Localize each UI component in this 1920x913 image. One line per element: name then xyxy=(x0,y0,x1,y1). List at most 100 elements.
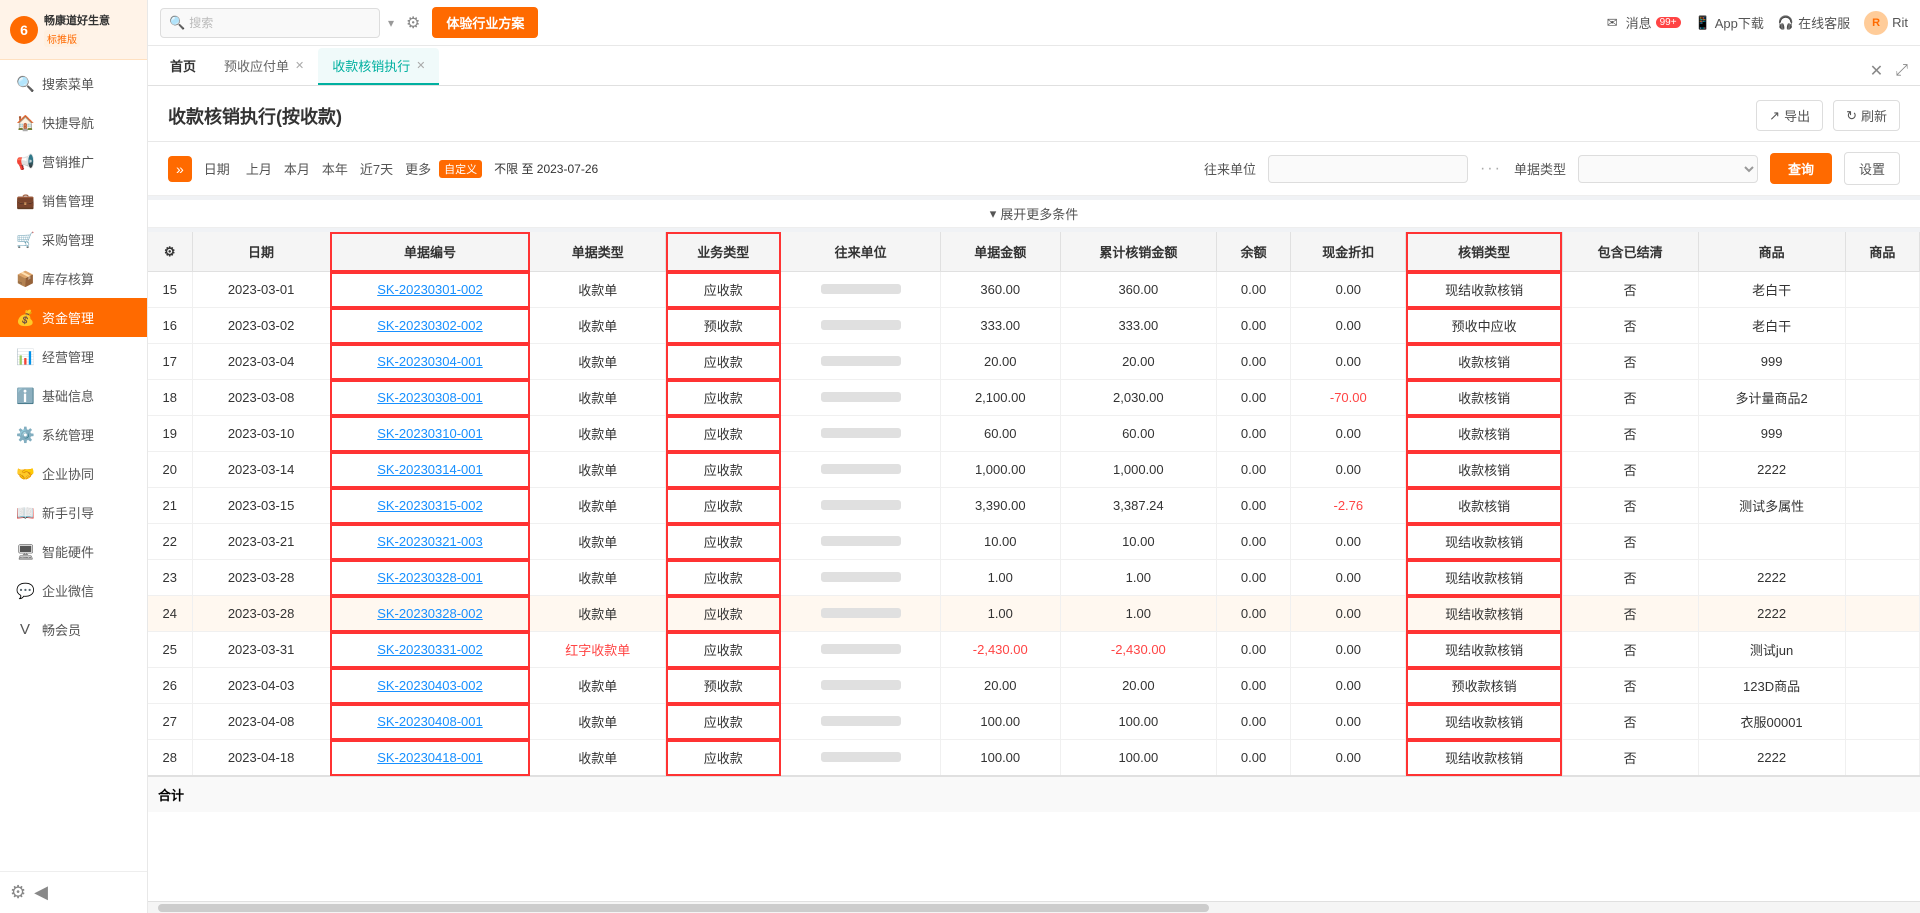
row-cash-discount: 0.00 xyxy=(1291,416,1406,452)
date-more[interactable]: 更多 xyxy=(401,157,435,180)
receipt-tab-close[interactable]: ✕ xyxy=(416,59,425,72)
expand-more-button[interactable]: ▾ 展开更多条件 xyxy=(990,204,1079,223)
query-button[interactable]: 查询 xyxy=(1770,153,1832,184)
bill-no-link[interactable]: SK-20230308-001 xyxy=(377,390,483,405)
user-avatar: R xyxy=(1864,11,1888,35)
tab-prepay-receipt[interactable]: 预收应付单 ✕ xyxy=(210,48,318,85)
row-product2 xyxy=(1845,416,1919,452)
sidebar-item-enterprise[interactable]: 🤝企业协同 xyxy=(0,454,147,493)
table-header-row: ⚙ 日期 单据编号 单据类型 业务类型 往来单位 单据金额 累计核销金额 余额 … xyxy=(148,232,1920,272)
collapse-icon[interactable]: ◀ xyxy=(34,882,48,903)
bill-no-link[interactable]: SK-20230328-001 xyxy=(377,570,483,585)
sidebar-item-marketing[interactable]: 📢营销推广 xyxy=(0,142,147,181)
bill-no-link[interactable]: SK-20230304-001 xyxy=(377,354,483,369)
refresh-button[interactable]: ↻ 刷新 xyxy=(1833,100,1900,131)
unit-input[interactable] xyxy=(1268,155,1468,183)
basic-info-icon: ℹ️ xyxy=(16,387,34,405)
sidebar-item-basic-info[interactable]: ℹ️基础信息 xyxy=(0,376,147,415)
settings-icon[interactable]: ⚙ xyxy=(10,882,26,903)
app-download-section[interactable]: 📱 App下载 xyxy=(1695,13,1764,32)
bill-no-link[interactable]: SK-20230314-001 xyxy=(377,462,483,477)
row-product1: 999 xyxy=(1698,416,1845,452)
bill-no-link[interactable]: SK-20230315-002 xyxy=(377,498,483,513)
row-bill-type: 收款单 xyxy=(530,596,666,632)
sidebar-item-fund-mgmt[interactable]: 💰资金管理 xyxy=(0,298,147,337)
row-product2 xyxy=(1845,380,1919,416)
tab-home[interactable]: 首页 xyxy=(156,48,210,85)
bill-no-link[interactable]: SK-20230302-002 xyxy=(377,318,483,333)
sidebar-item-vip[interactable]: V畅会员 xyxy=(0,610,147,649)
fullscreen-icon[interactable]: ⤢ xyxy=(1891,58,1912,84)
sidebar-item-smart-hw[interactable]: 🖥智能硬件 xyxy=(0,532,147,571)
sidebar-item-purchase-mgmt[interactable]: 🛒采购管理 xyxy=(0,220,147,259)
online-service-section[interactable]: 🎧 在线客服 xyxy=(1778,13,1850,32)
sidebar-item-beginner[interactable]: 📖新手引导 xyxy=(0,493,147,532)
export-button[interactable]: ↗ 导出 xyxy=(1756,100,1823,131)
setting-button[interactable]: 设置 xyxy=(1844,152,1900,185)
enterprise-label: 企业协同 xyxy=(42,464,94,483)
row-bill-no: SK-20230403-002 xyxy=(330,668,530,704)
row-num: 24 xyxy=(148,596,192,632)
date-7days[interactable]: 近7天 xyxy=(356,157,397,180)
industry-solution-button[interactable]: 体验行业方案 xyxy=(432,7,538,38)
sidebar-item-stock-calc[interactable]: 📦库存核算 xyxy=(0,259,147,298)
row-verify-amount: 20.00 xyxy=(1060,344,1216,380)
sidebar-item-wechat[interactable]: 💬企业微信 xyxy=(0,571,147,610)
topbar-dropdown-icon[interactable]: ▾ xyxy=(388,16,394,30)
row-verify-amount: 333.00 xyxy=(1060,308,1216,344)
row-verify-amount: 1.00 xyxy=(1060,596,1216,632)
sidebar-item-sales-mgmt[interactable]: 💼销售管理 xyxy=(0,181,147,220)
row-bill-type: 收款单 xyxy=(530,344,666,380)
messages-section[interactable]: ✉ 消息 99+ xyxy=(1607,13,1681,32)
row-biz-type: 预收款 xyxy=(666,668,781,704)
horizontal-scrollbar[interactable] xyxy=(158,904,1209,912)
date-this-month[interactable]: 本月 xyxy=(280,157,314,180)
bill-type-select[interactable] xyxy=(1578,155,1758,183)
table-row: 28 2023-04-18 SK-20230418-001 收款单 应收款 10… xyxy=(148,740,1920,777)
row-verify-amount: 10.00 xyxy=(1060,524,1216,560)
prepay-tab-close[interactable]: ✕ xyxy=(295,59,304,72)
row-balance: 0.00 xyxy=(1216,740,1290,777)
row-cash-discount: 0.00 xyxy=(1291,560,1406,596)
row-bill-type: 收款单 xyxy=(530,704,666,740)
topbar-gear-icon[interactable]: ⚙ xyxy=(402,9,424,37)
scrollbar-row[interactable] xyxy=(148,901,1920,913)
tab-receipt-verify[interactable]: 收款核销执行 ✕ xyxy=(318,48,439,85)
row-amount: 10.00 xyxy=(940,524,1060,560)
row-date: 2023-03-28 xyxy=(192,560,330,596)
purchase-mgmt-icon: 🛒 xyxy=(16,231,34,249)
beginner-label: 新手引导 xyxy=(42,503,94,522)
vip-label: 畅会员 xyxy=(42,620,81,639)
bill-no-link[interactable]: SK-20230331-002 xyxy=(377,642,483,657)
filter-expand-button[interactable]: » xyxy=(168,156,192,182)
date-custom-badge[interactable]: 自定义 xyxy=(439,160,482,178)
date-this-year[interactable]: 本年 xyxy=(318,157,352,180)
row-partner xyxy=(781,704,940,740)
bill-no-link[interactable]: SK-20230408-001 xyxy=(377,714,483,729)
sidebar-item-sys-mgmt[interactable]: ⚙️系统管理 xyxy=(0,415,147,454)
bill-no-link[interactable]: SK-20230418-001 xyxy=(377,750,483,765)
row-num: 17 xyxy=(148,344,192,380)
date-last-month[interactable]: 上月 xyxy=(242,157,276,180)
bill-no-link[interactable]: SK-20230310-001 xyxy=(377,426,483,441)
row-date: 2023-04-08 xyxy=(192,704,330,740)
sidebar-item-ops-mgmt[interactable]: 📊经营管理 xyxy=(0,337,147,376)
bill-no-link[interactable]: SK-20230403-002 xyxy=(377,678,483,693)
stock-calc-icon: 📦 xyxy=(16,270,34,288)
sidebar-item-search-menu[interactable]: 🔍搜索菜单 xyxy=(0,64,147,103)
filter-dots[interactable]: ··· xyxy=(1480,160,1502,178)
row-biz-type: 应收款 xyxy=(666,452,781,488)
row-amount: 360.00 xyxy=(940,272,1060,308)
table-settings-icon[interactable]: ⚙ xyxy=(164,244,176,260)
row-biz-type: 应收款 xyxy=(666,488,781,524)
sidebar-item-quick-nav[interactable]: 🏠快捷导航 xyxy=(0,103,147,142)
marketing-label: 营销推广 xyxy=(42,152,94,171)
close-tab-icon[interactable]: ✕ xyxy=(1866,57,1887,85)
row-verify-type: 现结收款核销 xyxy=(1406,632,1562,668)
bill-no-link[interactable]: SK-20230321-003 xyxy=(377,534,483,549)
col-header-gear: ⚙ xyxy=(148,232,192,272)
bill-no-link[interactable]: SK-20230328-002 xyxy=(377,606,483,621)
user-section[interactable]: R Rit xyxy=(1864,11,1908,35)
row-amount: 100.00 xyxy=(940,704,1060,740)
bill-no-link[interactable]: SK-20230301-002 xyxy=(377,282,483,297)
